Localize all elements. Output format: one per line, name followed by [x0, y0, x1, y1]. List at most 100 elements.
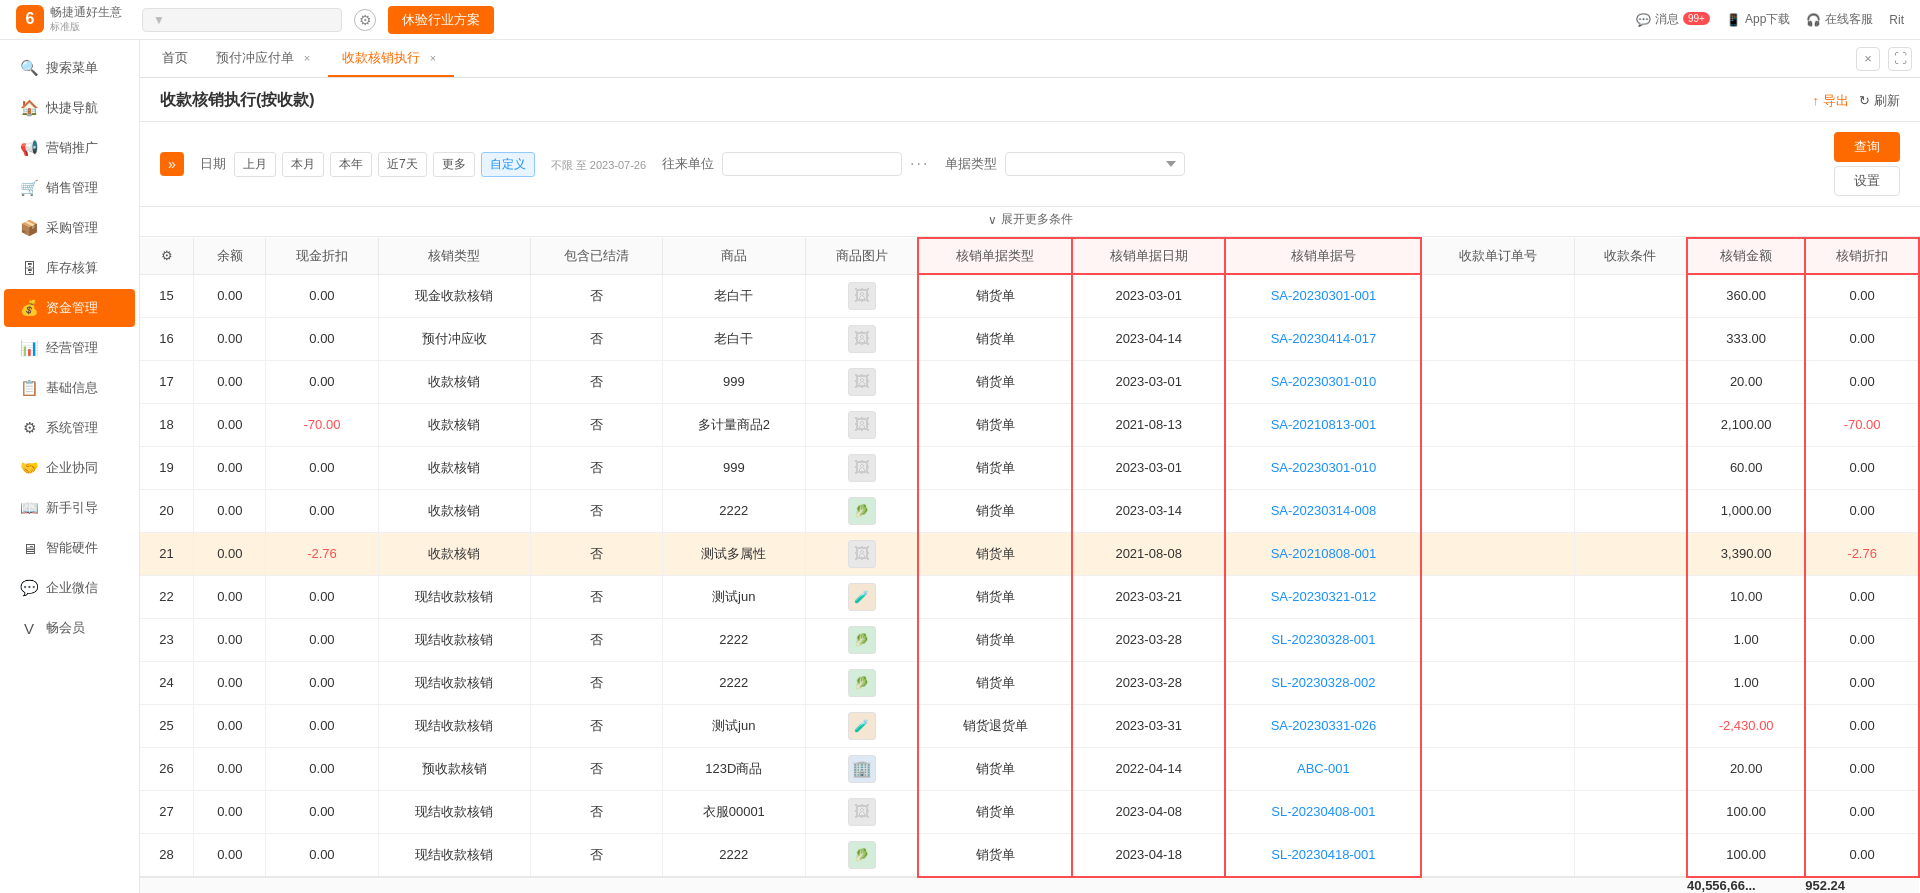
sidebar-item-purchase[interactable]: 📦 采购管理 — [4, 209, 135, 247]
sidebar-item-wechat[interactable]: 💬 企业微信 — [4, 569, 135, 607]
product-image: 🥬 — [848, 497, 876, 525]
logo-text-block: 畅捷通好生意 标准版 — [50, 5, 122, 33]
source-input[interactable] — [722, 152, 902, 176]
tab-home[interactable]: 首页 — [148, 40, 202, 77]
cell-bill-no[interactable]: SL-20230328-001 — [1225, 618, 1421, 661]
member-icon: V — [20, 620, 38, 637]
sidebar-item-system[interactable]: ⚙ 系统管理 — [4, 409, 135, 447]
product-image: 🖼 — [848, 325, 876, 353]
col-bill-category: 核销单据类型 — [918, 238, 1072, 274]
refresh-button[interactable]: ↻ 刷新 — [1859, 92, 1900, 110]
table-footer-row: 40,556,66... 952.24 — [140, 877, 1919, 893]
cell-bill-no[interactable]: SA-20230331-026 — [1225, 704, 1421, 747]
app-download-item[interactable]: 📱 App下载 — [1726, 11, 1790, 28]
cell-goods: 2222 — [662, 489, 805, 532]
cell-bill-no[interactable]: SA-20230301-010 — [1225, 360, 1421, 403]
solution-button[interactable]: 休验行业方案 — [388, 6, 494, 34]
sidebar-item-enterprise[interactable]: 🤝 企业协同 — [4, 449, 135, 487]
cell-bill-no[interactable]: SL-20230408-001 — [1225, 790, 1421, 833]
cell-bill-no[interactable]: SA-20230321-012 — [1225, 575, 1421, 618]
expand-more-btn[interactable]: ∨ 展开更多条件 — [988, 211, 1073, 228]
cell-receipt-order-no — [1421, 790, 1574, 833]
cell-write-off-amount: 360.00 — [1687, 274, 1805, 317]
sidebar-item-inventory[interactable]: 🗄 库存核算 — [4, 249, 135, 287]
sidebar-item-member[interactable]: V 畅会员 — [4, 609, 135, 647]
sidebar-item-quick-nav[interactable]: 🏠 快捷导航 — [4, 89, 135, 127]
table-header-row: ⚙ 余额 现金折扣 核销类型 包含已结清 商品 商品图片 核销单据类型 核销单据… — [140, 238, 1919, 274]
sidebar-item-guide[interactable]: 📖 新手引导 — [4, 489, 135, 527]
product-image: 🥬 — [848, 626, 876, 654]
cell-balance: 0.00 — [194, 446, 266, 489]
sidebar-item-basic[interactable]: 📋 基础信息 — [4, 369, 135, 407]
tab-prepay-close[interactable]: × — [300, 51, 314, 65]
date-btn-this-month[interactable]: 本月 — [282, 152, 324, 177]
cell-bill-no[interactable]: SA-20230301-010 — [1225, 446, 1421, 489]
cell-balance: 0.00 — [194, 360, 266, 403]
cell-bill-no[interactable]: SA-20210808-001 — [1225, 532, 1421, 575]
tab-close-btn[interactable]: × — [1856, 47, 1880, 71]
sidebar-item-sales[interactable]: 🛒 销售管理 — [4, 169, 135, 207]
date-btn-this-year[interactable]: 本年 — [330, 152, 372, 177]
sidebar-item-finance[interactable]: 💰 资金管理 — [4, 289, 135, 327]
tab-receipt-close[interactable]: × — [426, 51, 440, 65]
cell-goods-image: 🧪 — [805, 704, 918, 747]
product-image: 🖼 — [848, 540, 876, 568]
online-service-item[interactable]: 🎧 在线客服 — [1806, 11, 1873, 28]
cell-bill-category: 销货单 — [918, 747, 1072, 790]
cell-receipt-condition — [1574, 532, 1687, 575]
notification-item[interactable]: 💬 消息 99+ — [1636, 11, 1710, 28]
date-btn-more[interactable]: 更多 — [433, 152, 475, 177]
table-row: 15 0.00 0.00 现金收款核销 否 老白干 🖼 销货单 2023-03-… — [140, 274, 1919, 317]
top-bar: 6 畅捷通好生意 标准版 ▼ ⚙ 休验行业方案 💬 消息 99+ 📱 App下载… — [0, 0, 1920, 40]
date-range-text: 不限 至 2023-07-26 — [551, 158, 646, 173]
cell-bill-date: 2023-03-28 — [1072, 618, 1226, 661]
sidebar-item-marketing[interactable]: 📢 营销推广 — [4, 129, 135, 167]
sidebar-item-hardware[interactable]: 🖥 智能硬件 — [4, 529, 135, 567]
tab-maximize-btn[interactable]: ⛶ — [1888, 47, 1912, 71]
cell-bill-no[interactable]: SA-20230414-017 — [1225, 317, 1421, 360]
footer-empty — [140, 877, 1687, 893]
settings-button[interactable]: 设置 — [1834, 166, 1900, 196]
date-btn-custom[interactable]: 自定义 — [481, 152, 535, 177]
cell-bill-no[interactable]: ABC-001 — [1225, 747, 1421, 790]
cell-bill-category: 销货单 — [918, 661, 1072, 704]
tab-receipt[interactable]: 收款核销执行 × — [328, 40, 454, 77]
gear-icon[interactable]: ⚙ — [354, 9, 376, 31]
cell-bill-no[interactable]: SL-20230418-001 — [1225, 833, 1421, 877]
cell-write-off-discount: 0.00 — [1805, 833, 1919, 877]
bill-type-select[interactable] — [1005, 152, 1185, 176]
online-service-label: 在线客服 — [1825, 11, 1873, 28]
cell-goods-image: 🖼 — [805, 446, 918, 489]
user-item[interactable]: Rit — [1889, 13, 1904, 27]
cell-goods-image: 🖼 — [805, 790, 918, 833]
sidebar-label-member: 畅会员 — [46, 619, 85, 637]
query-button[interactable]: 查询 — [1834, 132, 1900, 162]
table-area: ⚙ 余额 现金折扣 核销类型 包含已结清 商品 商品图片 核销单据类型 核销单据… — [140, 237, 1920, 893]
cell-goods: 2222 — [662, 661, 805, 704]
cell-id: 21 — [140, 532, 194, 575]
cell-bill-category: 销货单 — [918, 360, 1072, 403]
date-label: 日期 — [200, 155, 226, 173]
hardware-icon: 🖥 — [20, 540, 38, 557]
system-icon: ⚙ — [20, 419, 38, 437]
app-download-label: App下载 — [1745, 11, 1790, 28]
export-button[interactable]: ↑ 导出 — [1813, 92, 1850, 110]
sidebar-label-hardware: 智能硬件 — [46, 539, 98, 557]
cell-bill-category: 销货单 — [918, 403, 1072, 446]
cell-cash-discount: 0.00 — [266, 575, 378, 618]
date-btn-7days[interactable]: 近7天 — [378, 152, 427, 177]
cell-bill-no[interactable]: SA-20230314-008 — [1225, 489, 1421, 532]
tab-prepay[interactable]: 预付冲应付单 × — [202, 40, 328, 77]
cell-bill-no[interactable]: SA-20230301-001 — [1225, 274, 1421, 317]
sidebar-item-operation[interactable]: 📊 经营管理 — [4, 329, 135, 367]
cell-bill-no[interactable]: SL-20230328-002 — [1225, 661, 1421, 704]
cell-receipt-condition — [1574, 403, 1687, 446]
cell-bill-no[interactable]: SA-20210813-001 — [1225, 403, 1421, 446]
cell-goods: 老白干 — [662, 317, 805, 360]
date-btn-last-month[interactable]: 上月 — [234, 152, 276, 177]
cell-cash-discount: 0.00 — [266, 446, 378, 489]
cell-cash-discount: 0.00 — [266, 790, 378, 833]
cell-write-off-amount: 2,100.00 — [1687, 403, 1805, 446]
filter-toggle-btn[interactable]: » — [160, 152, 184, 176]
sidebar-item-search[interactable]: 🔍 搜索菜单 — [4, 49, 135, 87]
